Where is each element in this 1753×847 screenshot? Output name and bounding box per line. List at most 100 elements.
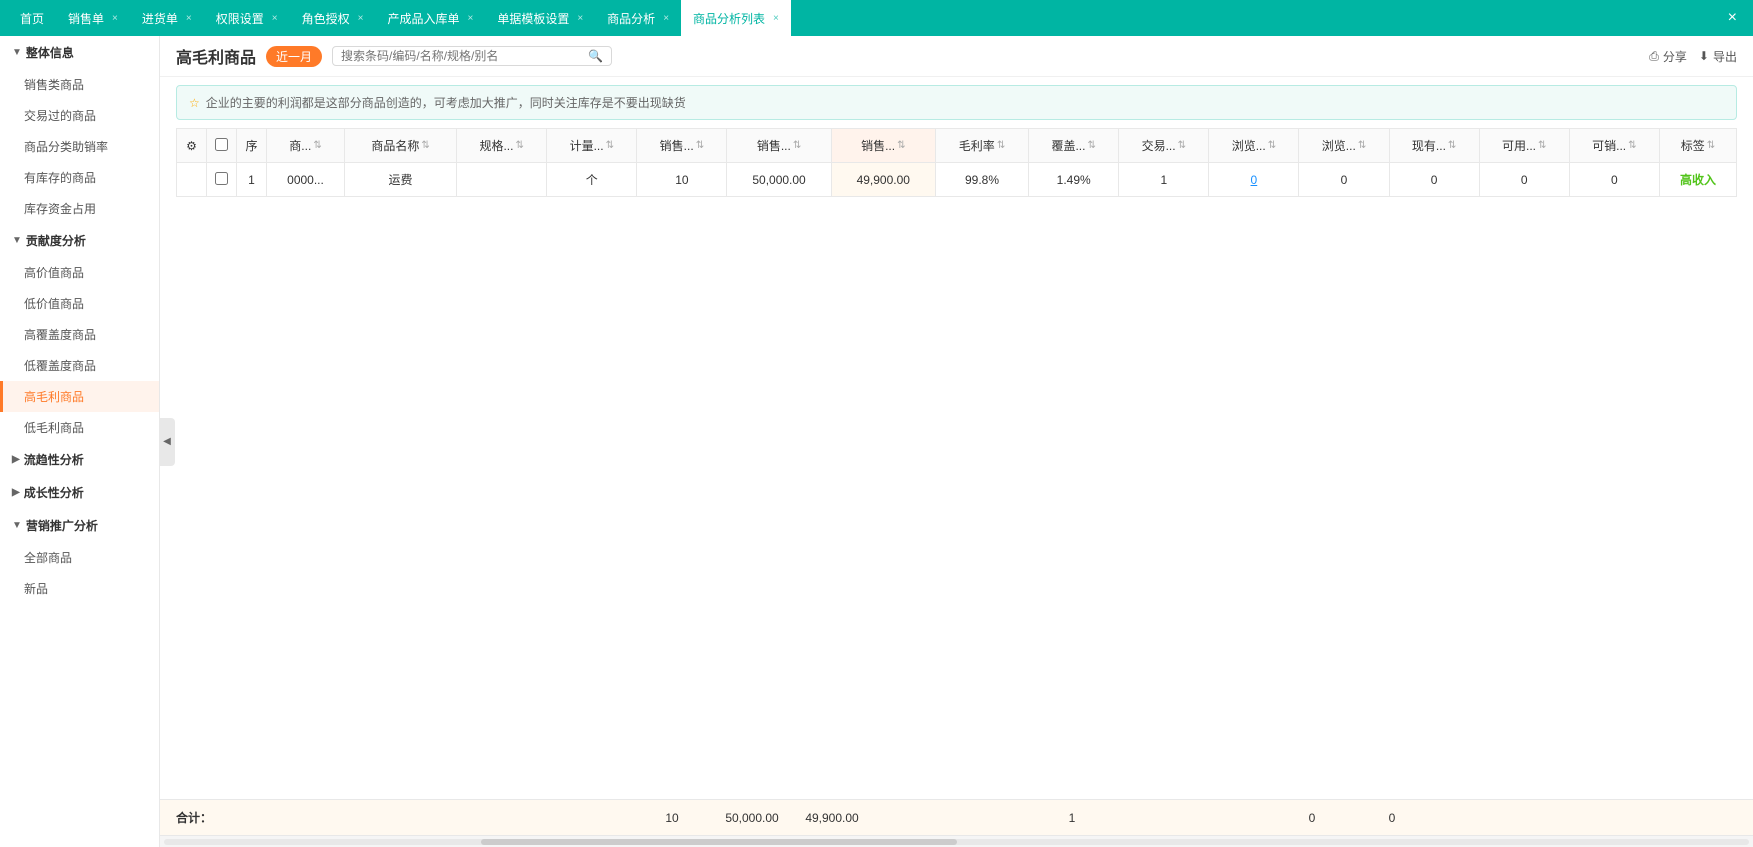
nav-close-icon[interactable]: × xyxy=(112,13,118,24)
sellable-col-header[interactable]: 可销... ⇅ xyxy=(1569,129,1659,163)
tag-col-header[interactable]: 标签 ⇅ xyxy=(1659,129,1736,163)
footer-empty6 xyxy=(872,811,952,825)
sidebar: ▼ 整体信息 销售类商品 交易过的商品 商品分类助销率 有库存的商品 库存资金占… xyxy=(0,36,160,847)
sort-icon: ⇅ xyxy=(421,140,429,151)
arrow-icon: ▼ xyxy=(12,47,22,58)
nav-close-icon[interactable]: × xyxy=(577,13,583,24)
search-icon[interactable]: 🔍 xyxy=(588,49,603,63)
time-filter-button[interactable]: 近一月 xyxy=(266,46,322,67)
sidebar-group-growth[interactable]: ▶ 成长性分析 xyxy=(0,476,159,509)
nav-close-icon[interactable]: × xyxy=(186,13,192,24)
available-cell: 0 xyxy=(1479,163,1569,197)
footer-empty8 xyxy=(1112,811,1192,825)
sidebar-item-low-margin[interactable]: 低毛利商品 xyxy=(0,412,159,443)
footer-sales3: 49,900.00 xyxy=(792,811,872,825)
share-button[interactable]: ⎙ 分享 xyxy=(1649,48,1687,65)
search-input[interactable] xyxy=(341,49,588,63)
sidebar-item-in-stock[interactable]: 有库存的商品 xyxy=(0,162,159,193)
sidebar-collapse-button[interactable]: ◀ xyxy=(160,418,175,466)
name-col-header[interactable]: 商品名称 ⇅ xyxy=(345,129,457,163)
footer-empty9 xyxy=(1192,811,1272,825)
nav-product-analysis-list[interactable]: 商品分析列表 × xyxy=(681,0,791,36)
sort-icon: ⇅ xyxy=(897,140,905,151)
sidebar-item-low-value[interactable]: 低价值商品 xyxy=(0,288,159,319)
sort-icon: ⇅ xyxy=(793,140,801,151)
num-col-header: 序 xyxy=(237,129,267,163)
settings-cell xyxy=(177,163,207,197)
sidebar-item-high-value[interactable]: 高价值商品 xyxy=(0,257,159,288)
sellable-cell: 0 xyxy=(1569,163,1659,197)
footer-empty5 xyxy=(552,811,632,825)
top-nav: 首页 销售单 × 进货单 × 权限设置 × 角色授权 × 产成品入库单 × 单据… xyxy=(0,0,1753,36)
nav-product-analysis[interactable]: 商品分析 × xyxy=(595,0,681,36)
sort-icon: ⇅ xyxy=(1448,140,1456,151)
unit-cell: 个 xyxy=(547,163,637,197)
sidebar-item-all-goods[interactable]: 全部商品 xyxy=(0,542,159,573)
tag-cell: 高收入 xyxy=(1659,163,1736,197)
sidebar-item-sales-goods[interactable]: 销售类商品 xyxy=(0,69,159,100)
nav-sales-order[interactable]: 销售单 × xyxy=(56,0,130,36)
nav-close-icon[interactable]: × xyxy=(663,13,669,24)
close-all-button[interactable]: × xyxy=(1720,9,1745,27)
browse1-link[interactable]: 0 xyxy=(1251,173,1258,187)
nav-active-close-icon[interactable]: × xyxy=(773,13,779,24)
nav-template-settings[interactable]: 单据模板设置 × xyxy=(485,0,595,36)
sidebar-item-stock-fund[interactable]: 库存资金占用 xyxy=(0,193,159,224)
browse1-cell: 0 xyxy=(1209,163,1299,197)
horizontal-scrollbar[interactable] xyxy=(160,835,1753,847)
nav-close-icon[interactable]: × xyxy=(358,13,364,24)
scrollbar-thumb[interactable] xyxy=(481,839,957,845)
row-checkbox[interactable] xyxy=(215,172,228,185)
nav-permission[interactable]: 权限设置 × xyxy=(204,0,290,36)
sidebar-group-overall[interactable]: ▼ 整体信息 xyxy=(0,36,159,69)
tag-badge: 高收入 xyxy=(1680,173,1716,187)
trade-col-header[interactable]: 交易... ⇅ xyxy=(1119,129,1209,163)
num-cell: 1 xyxy=(237,163,267,197)
footer-empty4 xyxy=(472,811,552,825)
spec-col-header[interactable]: 规格... ⇅ xyxy=(457,129,547,163)
available-col-header[interactable]: 可用... ⇅ xyxy=(1479,129,1569,163)
export-button[interactable]: ⬇ 导出 xyxy=(1699,48,1737,65)
sidebar-item-new-goods[interactable]: 新品 xyxy=(0,573,159,604)
sidebar-item-high-margin[interactable]: 高毛利商品 xyxy=(0,381,159,412)
nav-close-icon[interactable]: × xyxy=(467,13,473,24)
footer-current: 0 xyxy=(1272,811,1352,825)
gross-rate-col-header[interactable]: 毛利率 ⇅ xyxy=(935,129,1028,163)
table-row: 1 0000... 运费 个 10 50,000.00 49,900.00 99… xyxy=(177,163,1737,197)
nav-purchase-order[interactable]: 进货单 × xyxy=(130,0,204,36)
name-cell: 运费 xyxy=(345,163,457,197)
nav-home[interactable]: 首页 xyxy=(8,0,56,36)
sidebar-group-contribution[interactable]: ▼ 贡献度分析 xyxy=(0,224,159,257)
nav-product-instock[interactable]: 产成品入库单 × xyxy=(375,0,485,36)
settings-col-header[interactable]: ⚙ xyxy=(177,129,207,163)
sidebar-item-high-coverage[interactable]: 高覆盖度商品 xyxy=(0,319,159,350)
sidebar-item-low-coverage[interactable]: 低覆盖度商品 xyxy=(0,350,159,381)
sort-icon: ⇅ xyxy=(997,140,1005,151)
footer-trade: 1 xyxy=(1032,811,1112,825)
sidebar-item-category-rate[interactable]: 商品分类助销率 xyxy=(0,131,159,162)
settings-icon[interactable]: ⚙ xyxy=(186,139,197,153)
table-header-row: ⚙ 序 商... ⇅ xyxy=(177,129,1737,163)
sales3-col-header[interactable]: 销售... ⇅ xyxy=(831,129,935,163)
coverage-col-header[interactable]: 覆盖... ⇅ xyxy=(1029,129,1119,163)
sidebar-group-trend[interactable]: ▶ 流趋性分析 xyxy=(0,443,159,476)
select-all-checkbox[interactable] xyxy=(215,138,228,151)
browse1-col-header[interactable]: 浏览... ⇅ xyxy=(1209,129,1299,163)
sort-icon: ⇅ xyxy=(313,140,321,151)
browse2-col-header[interactable]: 浏览... ⇅ xyxy=(1299,129,1389,163)
sales2-cell: 50,000.00 xyxy=(727,163,831,197)
sales1-col-header[interactable]: 销售... ⇅ xyxy=(637,129,727,163)
coverage-cell: 1.49% xyxy=(1029,163,1119,197)
spec-cell xyxy=(457,163,547,197)
nav-role-auth[interactable]: 角色授权 × xyxy=(290,0,376,36)
sales2-col-header[interactable]: 销售... ⇅ xyxy=(727,129,831,163)
code-col-header[interactable]: 商... ⇅ xyxy=(267,129,345,163)
sidebar-group-marketing[interactable]: ▼ 营销推广分析 xyxy=(0,509,159,542)
current-col-header[interactable]: 现有... ⇅ xyxy=(1389,129,1479,163)
unit-col-header[interactable]: 计量... ⇅ xyxy=(547,129,637,163)
arrow-icon: ▶ xyxy=(12,487,20,498)
gross-rate-cell: 99.8% xyxy=(935,163,1028,197)
scrollbar-track xyxy=(164,839,1749,845)
nav-close-icon[interactable]: × xyxy=(272,13,278,24)
sidebar-item-traded-goods[interactable]: 交易过的商品 xyxy=(0,100,159,131)
